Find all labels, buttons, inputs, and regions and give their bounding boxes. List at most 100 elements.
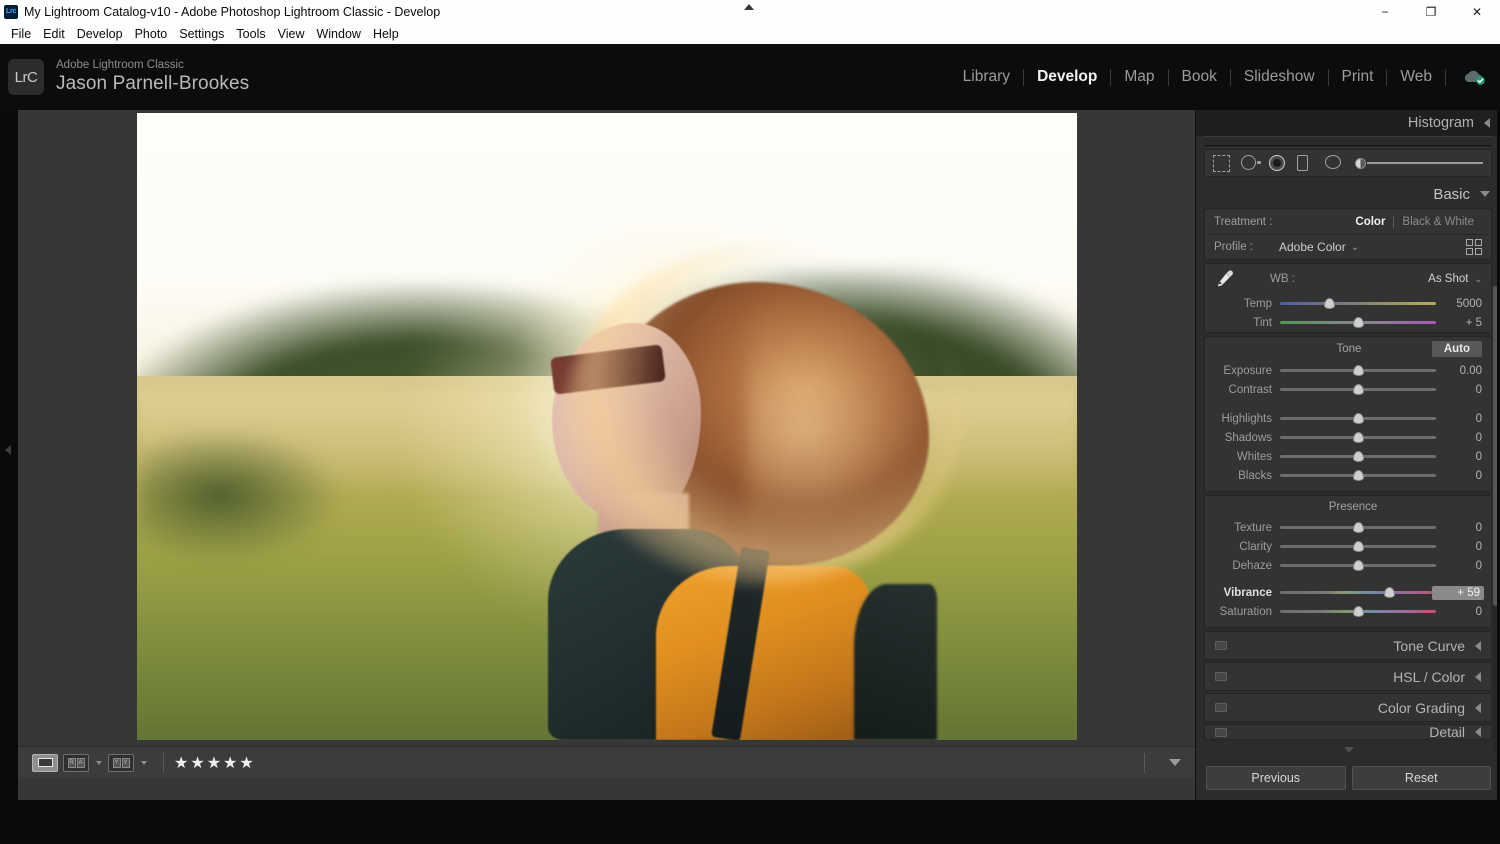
slider-temp-handle[interactable] [1324, 298, 1336, 309]
slider-clarity-track-wrap[interactable] [1280, 540, 1436, 554]
treatment-bw-option[interactable]: Black & White [1394, 216, 1482, 228]
graduated-filter-tool-icon[interactable] [1297, 154, 1314, 172]
slider-exposure-value[interactable]: 0.00 [1436, 365, 1482, 377]
menu-window[interactable]: Window [310, 25, 366, 43]
slider-whites-track-wrap[interactable] [1280, 450, 1436, 464]
slider-contrast-track-wrap[interactable] [1280, 383, 1436, 397]
slider-clarity-value[interactable]: 0 [1436, 541, 1482, 553]
expand-left-panel-icon[interactable] [5, 445, 11, 455]
slider-texture[interactable]: Texture 0 [1205, 518, 1491, 537]
slider-tint[interactable]: Tint + 5 [1205, 313, 1491, 332]
slider-whites-handle[interactable] [1352, 451, 1364, 462]
tool-amount-handle[interactable] [1355, 157, 1366, 169]
module-develop[interactable]: Develop [1024, 68, 1110, 86]
slider-tint-value[interactable]: + 5 [1436, 317, 1482, 329]
slider-blacks-track-wrap[interactable] [1280, 469, 1436, 483]
slider-shadows-handle[interactable] [1352, 432, 1364, 443]
slider-tint-track-wrap[interactable] [1280, 316, 1436, 330]
menu-help[interactable]: Help [367, 25, 405, 43]
menu-photo[interactable]: Photo [129, 25, 174, 43]
slider-vibrance[interactable]: Vibrance + 59 [1205, 583, 1491, 602]
color-grading-section-header[interactable]: Color Grading [1204, 693, 1492, 722]
menu-settings[interactable]: Settings [173, 25, 230, 43]
slider-shadows-track-wrap[interactable] [1280, 431, 1436, 445]
slider-whites-value[interactable]: 0 [1436, 451, 1482, 463]
triangle-down-icon[interactable] [1480, 191, 1490, 197]
triangle-left-icon[interactable] [1475, 671, 1481, 682]
slider-dehaze-track-wrap[interactable] [1280, 559, 1436, 573]
slider-vibrance-value[interactable]: + 59 [1432, 585, 1484, 600]
slider-clarity-handle[interactable] [1352, 541, 1364, 552]
module-map[interactable]: Map [1111, 68, 1167, 86]
survey-options-icon[interactable] [141, 760, 147, 765]
slider-saturation-handle[interactable] [1352, 606, 1364, 617]
slider-highlights-handle[interactable] [1352, 413, 1364, 424]
spot-removal-tool-icon[interactable] [1241, 154, 1258, 172]
treatment-color-option[interactable]: Color [1347, 216, 1393, 228]
slider-temp[interactable]: Temp 5000 [1205, 294, 1491, 313]
minimize-button[interactable]: − [1362, 0, 1408, 23]
slider-blacks-value[interactable]: 0 [1436, 470, 1482, 482]
wb-value[interactable]: As Shot [1428, 273, 1468, 285]
slider-blacks-handle[interactable] [1352, 470, 1364, 481]
slider-saturation-value[interactable]: 0 [1436, 606, 1482, 618]
chevron-down-icon[interactable] [1169, 759, 1181, 766]
reset-button[interactable]: Reset [1351, 766, 1491, 790]
menu-view[interactable]: View [272, 25, 311, 43]
tool-amount-slider[interactable] [1355, 157, 1483, 169]
survey-view-icon[interactable]: Y Y [108, 753, 134, 772]
top-panel-collapse-icon[interactable] [744, 4, 754, 10]
slider-contrast-handle[interactable] [1352, 384, 1364, 395]
module-slideshow[interactable]: Slideshow [1231, 68, 1328, 86]
profile-value[interactable]: Adobe Color [1279, 240, 1346, 254]
triangle-left-icon[interactable] [1475, 702, 1481, 713]
slider-exposure[interactable]: Exposure 0.00 [1205, 361, 1491, 380]
slider-texture-handle[interactable] [1352, 522, 1364, 533]
loupe-view-icon[interactable] [32, 753, 58, 772]
slider-temp-track-wrap[interactable] [1280, 297, 1436, 311]
hsl-color-section-header[interactable]: HSL / Color [1204, 662, 1492, 691]
menu-edit[interactable]: Edit [37, 25, 71, 43]
close-button[interactable]: ✕ [1454, 0, 1500, 23]
triangle-left-icon[interactable] [1484, 118, 1490, 128]
slider-vibrance-handle[interactable] [1383, 587, 1395, 598]
profile-chevron-icon[interactable]: ⌄ [1351, 242, 1359, 253]
triangle-left-icon[interactable] [1475, 640, 1481, 651]
cloud-sync-icon[interactable] [1462, 68, 1486, 86]
slider-contrast[interactable]: Contrast 0 [1205, 380, 1491, 399]
tone-curve-toggle-switch[interactable] [1215, 641, 1227, 650]
slider-texture-track-wrap[interactable] [1280, 521, 1436, 535]
triangle-left-icon[interactable] [1475, 727, 1481, 737]
slider-dehaze-value[interactable]: 0 [1436, 560, 1482, 572]
eyedropper-icon[interactable] [1214, 268, 1236, 290]
slider-shadows[interactable]: Shadows 0 [1205, 428, 1491, 447]
slider-temp-value[interactable]: 5000 [1436, 298, 1482, 310]
tone-curve-section-header[interactable]: Tone Curve [1204, 631, 1492, 660]
photo-canvas[interactable] [137, 113, 1077, 740]
slider-vibrance-track-wrap[interactable] [1280, 586, 1432, 600]
slider-exposure-track-wrap[interactable] [1280, 364, 1436, 378]
module-library[interactable]: Library [950, 68, 1023, 86]
histogram-header[interactable]: Histogram [1196, 110, 1500, 136]
slider-highlights-value[interactable]: 0 [1436, 413, 1482, 425]
rating-stars[interactable]: ★★★★★ [174, 753, 256, 773]
detail-toggle-switch[interactable] [1215, 727, 1227, 737]
wb-chevron-icon[interactable]: ⌄ [1474, 274, 1482, 285]
slider-dehaze[interactable]: Dehaze 0 [1205, 556, 1491, 575]
auto-tone-button[interactable]: Auto [1431, 341, 1482, 357]
compare-view-icon[interactable]: R A [63, 753, 89, 772]
basic-panel-header[interactable]: Basic [1196, 180, 1500, 208]
menu-file[interactable]: File [5, 25, 37, 43]
crop-overlay-tool-icon[interactable] [1213, 154, 1230, 172]
slider-contrast-value[interactable]: 0 [1436, 384, 1482, 396]
module-book[interactable]: Book [1169, 68, 1230, 86]
menu-develop[interactable]: Develop [71, 25, 129, 43]
detail-section-header[interactable]: Detail [1204, 724, 1492, 740]
slider-whites[interactable]: Whites 0 [1205, 447, 1491, 466]
color-grading-toggle-switch[interactable] [1215, 703, 1227, 712]
slider-tint-handle[interactable] [1352, 317, 1364, 328]
previous-button[interactable]: Previous [1206, 766, 1346, 790]
slider-shadows-value[interactable]: 0 [1436, 432, 1482, 444]
slider-dehaze-handle[interactable] [1352, 560, 1364, 571]
slider-clarity[interactable]: Clarity 0 [1205, 537, 1491, 556]
